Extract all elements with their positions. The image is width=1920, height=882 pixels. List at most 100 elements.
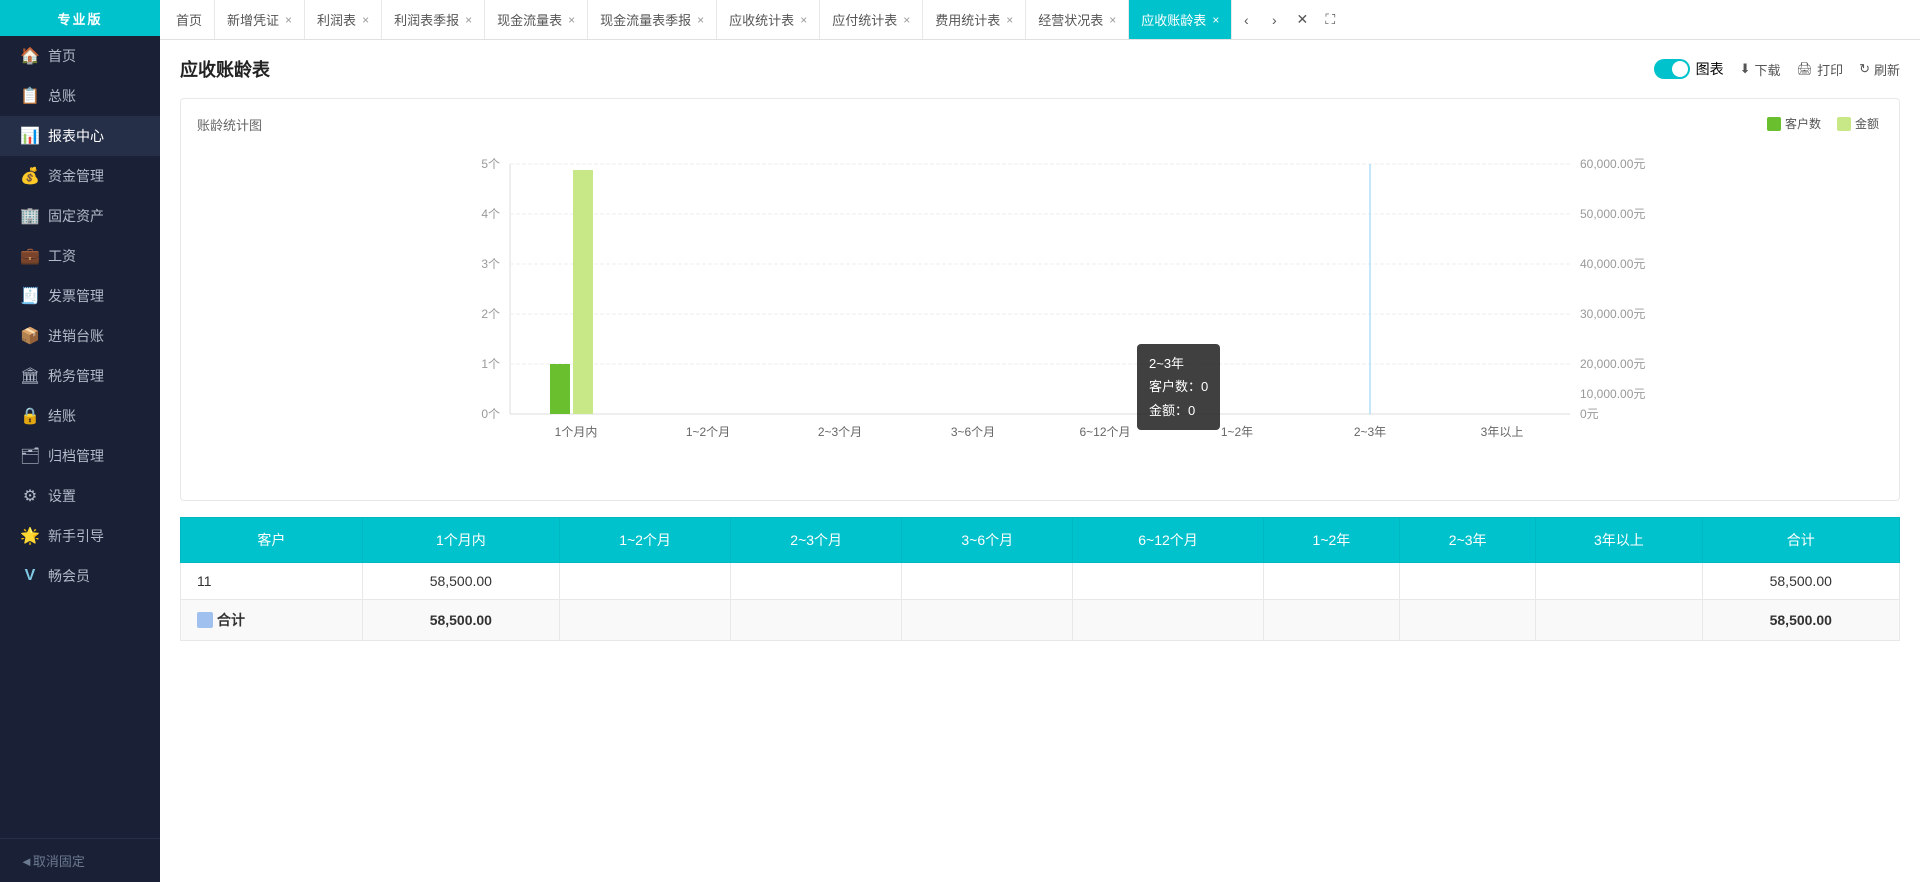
col-customer: 客户 — [181, 518, 363, 563]
sidebar-item-funds[interactable]: 💰 资金管理 — [0, 156, 160, 196]
tab-next-button[interactable]: › — [1260, 0, 1288, 39]
sidebar-item-settings[interactable]: ⚙ 设置 — [0, 476, 160, 516]
tab-ar-aging[interactable]: 应收账龄表 × — [1129, 0, 1232, 39]
chart-toggle[interactable]: 图表 — [1654, 59, 1724, 79]
app-logo: 专业版 — [0, 0, 160, 36]
tab-expense-stats-label: 费用统计表 — [935, 10, 1000, 29]
tab-cashflow[interactable]: 现金流量表 × — [485, 0, 588, 39]
main-area: 首页 新增凭证 × 利润表 × 利润表季报 × 现金流量表 × 现金流量表季报 … — [160, 0, 1920, 882]
cell-customer: 11 — [181, 563, 363, 600]
sidebar-item-assets[interactable]: 🏢 固定资产 — [0, 196, 160, 236]
refresh-icon: ↻ — [1859, 61, 1870, 77]
sidebar-item-archive[interactable]: 🗂 归档管理 — [0, 436, 160, 476]
svg-text:3个: 3个 — [481, 257, 500, 271]
tab-ap-stats-close[interactable]: × — [903, 13, 910, 27]
sidebar-item-purchase-sale[interactable]: 📦 进销台账 — [0, 316, 160, 356]
sidebar-label-assets: 固定资产 — [48, 206, 104, 226]
chart-title: 账龄统计图 — [197, 115, 1883, 134]
svg-text:2~3年: 2~3年 — [1354, 425, 1386, 439]
tab-cashflow-close[interactable]: × — [568, 13, 575, 27]
print-icon: 🖨 — [1797, 61, 1814, 77]
sidebar-item-vip[interactable]: V 畅会员 — [0, 556, 160, 596]
sidebar-item-home[interactable]: 🏠 首页 — [0, 36, 160, 76]
sidebar-item-invoice[interactable]: 🧾 发票管理 — [0, 276, 160, 316]
chart-area: 账龄统计图 客户数 金额 — [180, 98, 1900, 501]
tab-profit-label: 利润表 — [317, 10, 356, 29]
col-month2-3: 2~3个月 — [731, 518, 902, 563]
col-month1: 1个月内 — [362, 518, 559, 563]
total-row: 合计 58,500.00 58,500.00 — [181, 600, 1900, 641]
svg-text:0元: 0元 — [1580, 407, 1599, 421]
svg-text:1~2个月: 1~2个月 — [686, 425, 730, 439]
tab-prev-button[interactable]: ‹ — [1232, 0, 1260, 39]
sidebar-item-close[interactable]: 🔒 结账 — [0, 396, 160, 436]
tab-ar-stats-close[interactable]: × — [800, 13, 807, 27]
tab-fullscreen-button[interactable]: ⛶ — [1316, 0, 1344, 39]
sidebar-item-ledger[interactable]: 📋 总账 — [0, 76, 160, 116]
print-button[interactable]: 🖨 打印 — [1797, 60, 1844, 79]
tab-profit-quarter[interactable]: 利润表季报 × — [382, 0, 485, 39]
cell-month1-2 — [560, 563, 731, 600]
tab-expense-stats-close[interactable]: × — [1006, 13, 1013, 27]
sidebar-item-salary[interactable]: 💼 工资 — [0, 236, 160, 276]
toggle-track[interactable] — [1654, 59, 1690, 79]
tab-ar-stats[interactable]: 应收统计表 × — [717, 0, 820, 39]
page-header: 应收账龄表 图表 ⬇ 下载 🖨 打印 — [180, 56, 1900, 82]
cell-month2-3 — [731, 563, 902, 600]
tab-expense-stats[interactable]: 费用统计表 × — [923, 0, 1026, 39]
tax-icon: 🏛 — [20, 366, 40, 386]
tab-voucher-label: 新增凭证 — [227, 10, 279, 29]
tab-operation-stats[interactable]: 经营状况表 × — [1026, 0, 1129, 39]
tab-cashflow-quarter[interactable]: 现金流量表季报 × — [588, 0, 717, 39]
tab-ar-aging-close[interactable]: × — [1212, 13, 1219, 27]
col-month3-6: 3~6个月 — [902, 518, 1073, 563]
tab-ap-stats-label: 应付统计表 — [832, 10, 897, 29]
svg-text:60,000.00元: 60,000.00元 — [1580, 157, 1645, 171]
tab-home[interactable]: 首页 — [164, 0, 215, 39]
tab-profit[interactable]: 利润表 × — [305, 0, 382, 39]
cell-year3plus — [1536, 563, 1702, 600]
total-year1-2 — [1263, 600, 1399, 641]
download-button[interactable]: ⬇ 下载 — [1740, 60, 1781, 79]
tab-profit-quarter-close[interactable]: × — [465, 13, 472, 27]
sidebar-item-reports[interactable]: 📊 报表中心 — [0, 116, 160, 156]
svg-text:30,000.00元: 30,000.00元 — [1580, 307, 1645, 321]
refresh-label: 刷新 — [1874, 60, 1900, 79]
refresh-button[interactable]: ↻ 刷新 — [1859, 60, 1900, 79]
unpin-label: ◄取消固定 — [20, 851, 85, 870]
total-year3plus — [1536, 600, 1702, 641]
tab-cashflow-quarter-close[interactable]: × — [697, 13, 704, 27]
tab-cashflow-label: 现金流量表 — [497, 10, 562, 29]
page-title: 应收账龄表 — [180, 56, 270, 82]
download-icon: ⬇ — [1740, 61, 1751, 77]
legend-amount-label: 金额 — [1855, 115, 1879, 132]
svg-text:40,000.00元: 40,000.00元 — [1580, 257, 1645, 271]
sidebar-item-tax[interactable]: 🏛 税务管理 — [0, 356, 160, 396]
unpin-button[interactable]: ◄取消固定 — [0, 838, 160, 882]
tab-operation-stats-close[interactable]: × — [1109, 13, 1116, 27]
cell-month3-6 — [902, 563, 1073, 600]
sidebar-label-close: 结账 — [48, 406, 76, 426]
col-year3plus: 3年以上 — [1536, 518, 1702, 563]
sidebar-label-ledger: 总账 — [48, 86, 76, 106]
home-icon: 🏠 — [20, 46, 40, 66]
guide-icon: 🌟 — [20, 526, 40, 546]
sidebar-label-guide: 新手引导 — [48, 526, 104, 546]
vip-icon: V — [20, 567, 40, 585]
total-month6-12 — [1073, 600, 1264, 641]
svg-text:50,000.00元: 50,000.00元 — [1580, 207, 1645, 221]
sidebar-label-invoice: 发票管理 — [48, 286, 104, 306]
tab-voucher-close[interactable]: × — [285, 13, 292, 27]
page-content: 应收账龄表 图表 ⬇ 下载 🖨 打印 — [160, 40, 1920, 882]
sidebar-item-guide[interactable]: 🌟 新手引导 — [0, 516, 160, 556]
tab-voucher[interactable]: 新增凭证 × — [215, 0, 305, 39]
reports-icon: 📊 — [20, 126, 40, 146]
tab-ap-stats[interactable]: 应付统计表 × — [820, 0, 923, 39]
bar-count-1 — [550, 364, 570, 414]
cell-year1-2 — [1263, 563, 1399, 600]
col-total: 合计 — [1702, 518, 1899, 563]
tab-close-all-button[interactable]: ✕ — [1288, 0, 1316, 39]
tab-profit-close[interactable]: × — [362, 13, 369, 27]
svg-text:1个月内: 1个月内 — [555, 425, 598, 439]
svg-text:10,000.00元: 10,000.00元 — [1580, 387, 1645, 401]
